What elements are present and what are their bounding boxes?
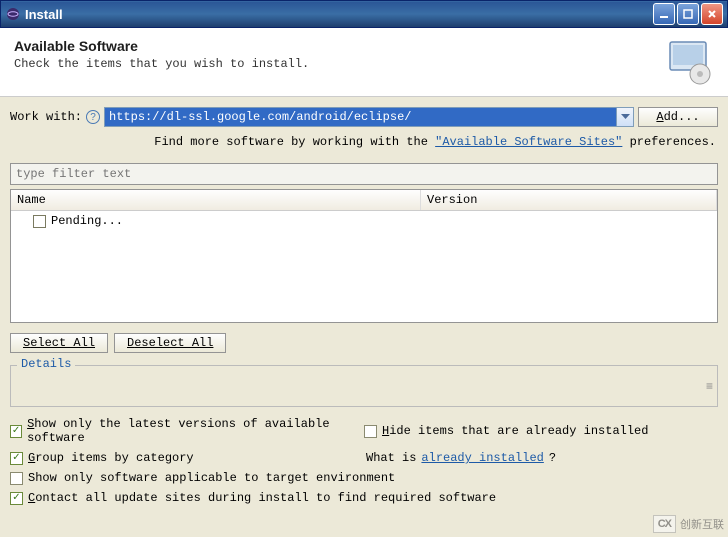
checkbox-hide-installed[interactable]: ✓ bbox=[364, 425, 377, 438]
install-icon bbox=[666, 38, 714, 86]
opt-contact-label: Contact all update sites during install … bbox=[28, 491, 496, 505]
row-checkbox[interactable] bbox=[33, 215, 46, 228]
resize-grip-icon[interactable]: ≡ bbox=[706, 379, 711, 393]
work-with-input[interactable] bbox=[104, 107, 616, 127]
checkbox-latest[interactable]: ✓ bbox=[10, 425, 22, 438]
row-label: Pending... bbox=[51, 214, 123, 228]
work-with-label: Work with: bbox=[10, 110, 82, 124]
details-legend: Details bbox=[17, 357, 75, 371]
page-subtitle: Check the items that you wish to install… bbox=[14, 57, 658, 71]
add-button[interactable]: Add... bbox=[638, 107, 718, 127]
titlebar: Install bbox=[0, 0, 728, 28]
page-title: Available Software bbox=[14, 38, 658, 54]
dialog-header: Available Software Check the items that … bbox=[0, 28, 728, 97]
checkbox-applicable[interactable]: ✓ bbox=[10, 472, 23, 485]
opt-hide-label: Hide items that are already installed bbox=[382, 424, 648, 438]
window-title: Install bbox=[25, 7, 653, 22]
chevron-down-icon[interactable] bbox=[616, 107, 634, 127]
details-group: Details ≡ bbox=[10, 365, 718, 407]
hint-text: Find more software by working with the "… bbox=[10, 131, 718, 163]
tree-header: Name Version bbox=[11, 190, 717, 211]
opt-group-label: Group items by category bbox=[28, 451, 194, 465]
deselect-all-button[interactable]: Deselect All bbox=[114, 333, 226, 353]
watermark: CX 创新互联 bbox=[653, 515, 724, 533]
watermark-text: 创新互联 bbox=[680, 516, 724, 532]
column-version[interactable]: Version bbox=[421, 190, 717, 210]
column-name[interactable]: Name bbox=[11, 190, 421, 210]
maximize-button[interactable] bbox=[677, 3, 699, 25]
checkbox-contact[interactable]: ✓ bbox=[10, 492, 23, 505]
tree-row[interactable]: Pending... bbox=[11, 213, 717, 229]
whatis-row: What is already installed? bbox=[364, 451, 718, 465]
close-button[interactable] bbox=[701, 3, 723, 25]
opt-latest-label: Show only the latest versions of availab… bbox=[27, 417, 364, 445]
work-with-combo[interactable] bbox=[104, 107, 634, 127]
already-installed-link[interactable]: already installed bbox=[421, 451, 543, 465]
checkbox-group[interactable]: ✓ bbox=[10, 452, 23, 465]
eclipse-icon bbox=[5, 6, 21, 22]
software-tree[interactable]: Name Version Pending... bbox=[10, 189, 718, 323]
help-icon[interactable]: ? bbox=[86, 110, 100, 124]
opt-applicable-label: Show only software applicable to target … bbox=[28, 471, 395, 485]
available-sites-link[interactable]: "Available Software Sites" bbox=[435, 135, 622, 149]
filter-input[interactable] bbox=[10, 163, 718, 185]
select-all-button[interactable]: Select All bbox=[10, 333, 108, 353]
watermark-badge: CX bbox=[653, 515, 676, 533]
minimize-button[interactable] bbox=[653, 3, 675, 25]
